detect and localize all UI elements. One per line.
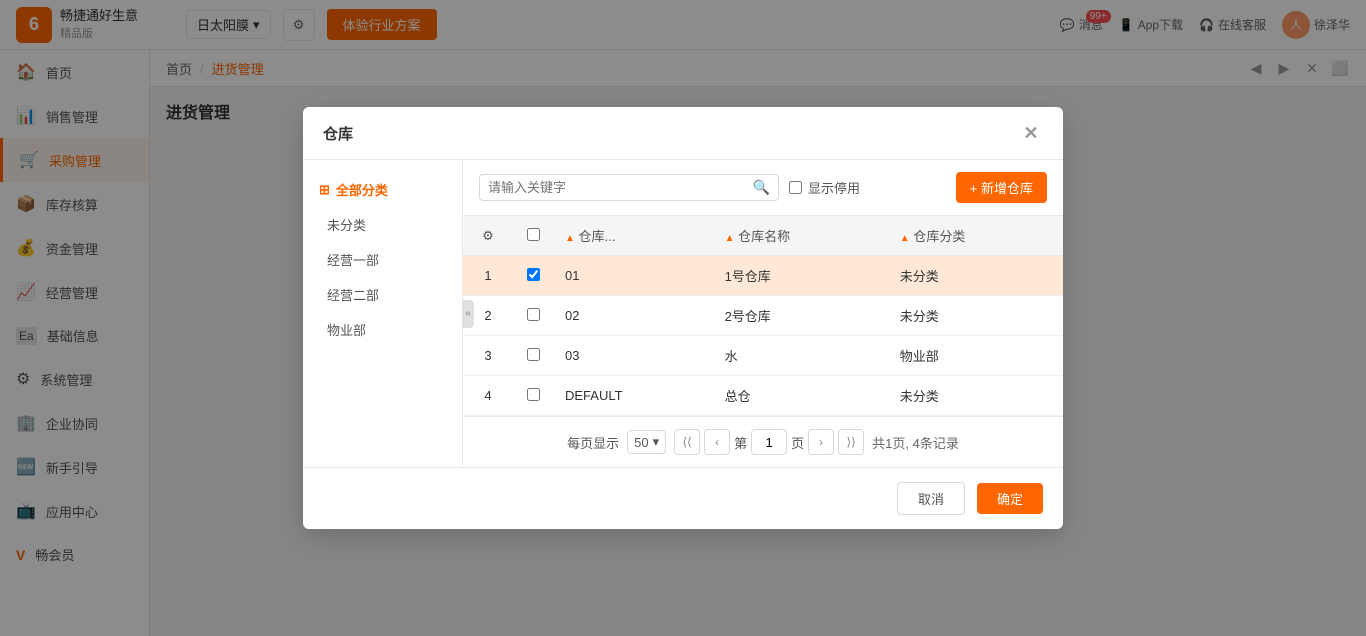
grid-icon: ⊞ bbox=[319, 182, 330, 198]
next-page-button[interactable]: › bbox=[808, 429, 834, 455]
row-category-cell: 未分类 bbox=[888, 296, 1063, 336]
search-icon[interactable]: 🔍 bbox=[753, 179, 770, 196]
row-name-cell: 2号仓库 bbox=[713, 296, 888, 336]
row-no-cell: 1 bbox=[463, 256, 513, 296]
category-panel: ⊞ 全部分类 未分类 经营一部 经营二部 物业部 « bbox=[303, 160, 463, 467]
category-item-ops1[interactable]: 经营一部 bbox=[303, 242, 462, 277]
modal-body: ⊞ 全部分类 未分类 经营一部 经营二部 物业部 « bbox=[303, 160, 1063, 467]
all-category-label: 全部分类 bbox=[336, 180, 388, 199]
modal-overlay: 仓库 ✕ ⊞ 全部分类 未分类 经营一部 经营二部 bbox=[0, 0, 1366, 636]
last-page-button[interactable]: ⟩⟩ bbox=[838, 429, 864, 455]
select-all-checkbox[interactable] bbox=[527, 228, 540, 241]
settings-col-icon: ⚙ bbox=[482, 228, 494, 243]
col-header-settings: ⚙ bbox=[463, 216, 513, 256]
row-check-cell bbox=[513, 376, 553, 416]
page-label: 第 bbox=[734, 433, 747, 452]
row-check-cell bbox=[513, 296, 553, 336]
sort-icon-name: ▲ bbox=[725, 233, 735, 244]
row-name-cell: 总仓 bbox=[713, 376, 888, 416]
sort-icon-category: ▲ bbox=[900, 233, 910, 244]
modal-toolbar: 🔍 显示停用 + 新增仓库 bbox=[463, 160, 1063, 216]
modal-title: 仓库 bbox=[323, 123, 353, 144]
page-number-input[interactable] bbox=[751, 429, 787, 455]
col-header-category: ▲ 仓库分类 bbox=[888, 216, 1063, 256]
pagination: 每页显示 50 ▾ ⟨⟨ ‹ 第 页 › ⟩⟩ 共1页, 4条记录 bbox=[463, 416, 1063, 467]
row-category-cell: 未分类 bbox=[888, 256, 1063, 296]
page-size-value: 50 bbox=[634, 435, 648, 450]
show-disabled-checkbox[interactable] bbox=[789, 181, 802, 194]
table-row[interactable]: 2 02 2号仓库 未分类 bbox=[463, 296, 1063, 336]
table-header-row: ⚙ ▲ 仓库... ▲ bbox=[463, 216, 1063, 256]
all-category-header[interactable]: ⊞ 全部分类 bbox=[303, 172, 462, 207]
cancel-button[interactable]: 取消 bbox=[897, 482, 965, 515]
row-check-cell bbox=[513, 336, 553, 376]
col-header-code: ▲ 仓库... bbox=[553, 216, 713, 256]
modal-header: 仓库 ✕ bbox=[303, 107, 1063, 160]
row-code-cell: DEFAULT bbox=[553, 376, 713, 416]
warehouse-table: ⚙ ▲ 仓库... ▲ bbox=[463, 216, 1063, 416]
row-code-cell: 01 bbox=[553, 256, 713, 296]
show-disabled-toggle[interactable]: 显示停用 bbox=[789, 178, 860, 197]
sort-icon-code: ▲ bbox=[565, 233, 575, 244]
col-header-name: ▲ 仓库名称 bbox=[713, 216, 888, 256]
category-item-ops2[interactable]: 经营二部 bbox=[303, 277, 462, 312]
chevron-down-page-icon: ▾ bbox=[653, 434, 660, 450]
row-checkbox[interactable] bbox=[527, 388, 540, 401]
row-checkbox[interactable] bbox=[527, 268, 540, 281]
row-name-cell: 1号仓库 bbox=[713, 256, 888, 296]
row-code-cell: 02 bbox=[553, 296, 713, 336]
confirm-button[interactable]: 确定 bbox=[977, 483, 1043, 514]
total-text: 共1页, 4条记录 bbox=[872, 433, 959, 452]
row-name-cell: 水 bbox=[713, 336, 888, 376]
row-checkbox[interactable] bbox=[527, 308, 540, 321]
modal-close-button[interactable]: ✕ bbox=[1019, 121, 1043, 145]
row-code-cell: 03 bbox=[553, 336, 713, 376]
table-row[interactable]: 4 DEFAULT 总仓 未分类 bbox=[463, 376, 1063, 416]
row-check-cell bbox=[513, 256, 553, 296]
page-size-selector[interactable]: 50 ▾ bbox=[627, 430, 666, 454]
row-no-cell: 4 bbox=[463, 376, 513, 416]
row-no-cell: 3 bbox=[463, 336, 513, 376]
row-category-cell: 物业部 bbox=[888, 336, 1063, 376]
show-disabled-label: 显示停用 bbox=[808, 178, 860, 197]
first-page-button[interactable]: ⟨⟨ bbox=[674, 429, 700, 455]
modal-footer: 取消 确定 bbox=[303, 467, 1063, 529]
col-header-check bbox=[513, 216, 553, 256]
row-checkbox[interactable] bbox=[527, 348, 540, 361]
prev-page-button[interactable]: ‹ bbox=[704, 429, 730, 455]
category-item-property[interactable]: 物业部 bbox=[303, 312, 462, 347]
warehouse-modal: 仓库 ✕ ⊞ 全部分类 未分类 经营一部 经营二部 bbox=[303, 107, 1063, 529]
search-input[interactable] bbox=[488, 180, 753, 195]
page-unit: 页 bbox=[791, 433, 804, 452]
table-row[interactable]: 3 03 水 物业部 bbox=[463, 336, 1063, 376]
collapse-panel-button[interactable]: « bbox=[462, 300, 474, 328]
page-navigation: ⟨⟨ ‹ 第 页 › ⟩⟩ bbox=[674, 429, 864, 455]
category-item-uncategorized[interactable]: 未分类 bbox=[303, 207, 462, 242]
table-row[interactable]: 1 01 1号仓库 未分类 bbox=[463, 256, 1063, 296]
page-size-label: 每页显示 bbox=[567, 433, 619, 452]
search-box: 🔍 bbox=[479, 174, 779, 201]
add-warehouse-button[interactable]: + 新增仓库 bbox=[956, 172, 1047, 203]
row-category-cell: 未分类 bbox=[888, 376, 1063, 416]
table-panel: 🔍 显示停用 + 新增仓库 ⚙ bbox=[463, 160, 1063, 467]
